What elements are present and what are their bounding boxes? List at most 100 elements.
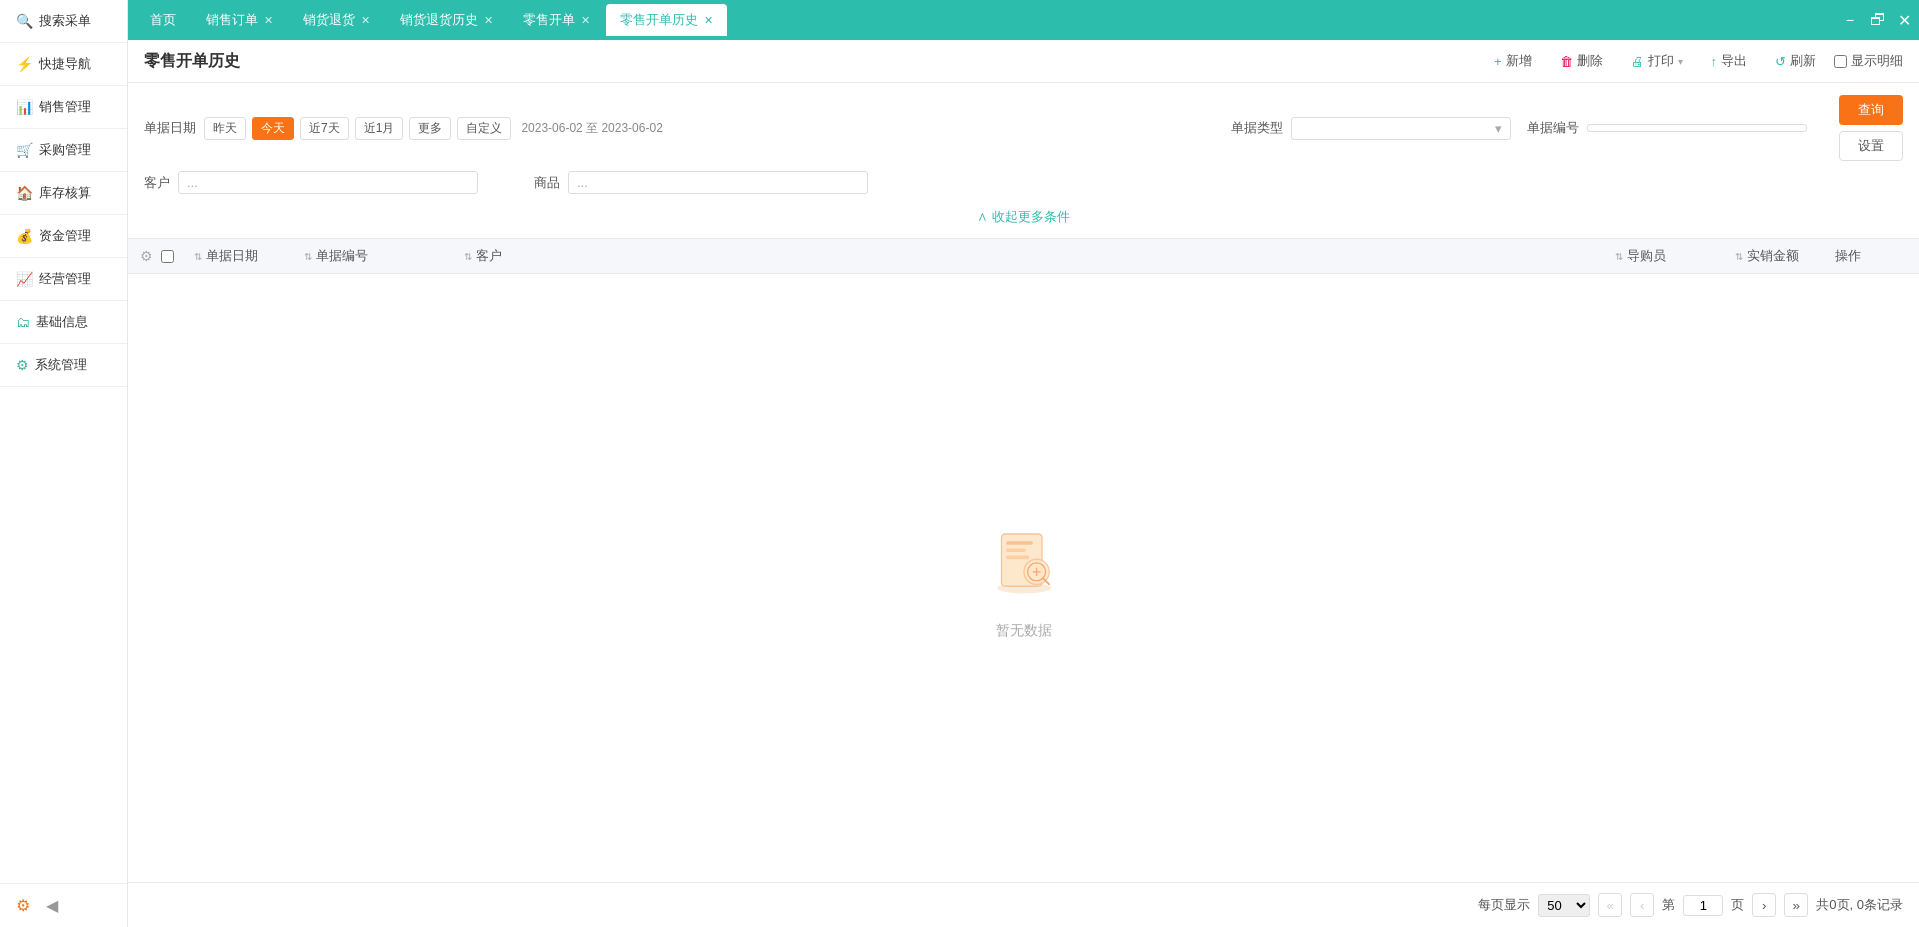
tab-retail-history-close[interactable]: ✕ — [704, 14, 713, 27]
print-button[interactable]: 🖨 打印 ▾ — [1621, 48, 1693, 74]
delete-icon: 🗑 — [1560, 54, 1573, 69]
per-page-label: 每页显示 — [1478, 896, 1530, 914]
col-customer-sort-icon[interactable]: ⇅ — [464, 251, 472, 262]
tab-sales-return-history-close[interactable]: ✕ — [484, 14, 493, 27]
tab-retail-history-label: 零售开单历史 — [620, 11, 698, 29]
export-icon: ↑ — [1711, 54, 1718, 69]
tab-retail-open[interactable]: 零售开单 ✕ — [509, 4, 604, 36]
date-quick-group: 昨天 今天 近7天 近1月 更多 自定义 2023-06-02 至 2023-0… — [204, 117, 663, 140]
sidebar-item-quick-nav[interactable]: ⚡ 快捷导航 — [0, 43, 127, 86]
tab-sales-order[interactable]: 销售订单 ✕ — [192, 4, 287, 36]
total-info: 共0页, 0条记录 — [1816, 896, 1903, 914]
page-label: 页 — [1731, 896, 1744, 914]
filter-product-field: 商品 ... — [534, 171, 868, 194]
collapse-filter-btn[interactable]: ∧ 收起更多条件 — [144, 204, 1903, 230]
window-restore-button[interactable]: 🗗 — [1870, 11, 1886, 29]
table-settings-icon[interactable]: ⚙ — [140, 248, 153, 264]
col-amount-sort-icon[interactable]: ⇅ — [1735, 251, 1743, 262]
finance-icon: 💰 — [16, 228, 33, 244]
date-7days-btn[interactable]: 近7天 — [300, 117, 349, 140]
filter-customer-input[interactable]: ... — [178, 171, 478, 194]
date-custom-btn[interactable]: 自定义 — [457, 117, 511, 140]
col-guide-label: 导购员 — [1627, 247, 1666, 265]
col-action-header: 操作 — [1827, 247, 1907, 265]
filter-product-input[interactable]: ... — [568, 171, 868, 194]
col-action-label: 操作 — [1835, 247, 1861, 265]
filter-customer-label: 客户 — [144, 174, 170, 192]
col-num-label: 单据编号 — [316, 247, 368, 265]
inventory-icon: 🏠 — [16, 185, 33, 201]
last-page-btn[interactable]: » — [1784, 893, 1808, 917]
gear-button[interactable]: ⚙ — [16, 896, 30, 915]
settings-button[interactable]: 设置 — [1839, 131, 1903, 161]
sidebar: 🔍 搜索采单 ⚡ 快捷导航 📊 销售管理 🛒 采购管理 🏠 库存核算 💰 资金管… — [0, 0, 128, 927]
date-more-btn[interactable]: 更多 — [409, 117, 451, 140]
col-guide-sort-icon[interactable]: ⇅ — [1615, 251, 1623, 262]
window-minimize-button[interactable]: － — [1842, 10, 1858, 31]
date-yesterday-btn[interactable]: 昨天 — [204, 117, 246, 140]
basic-info-icon: 🗂 — [16, 314, 30, 330]
filter-num-input[interactable] — [1587, 124, 1807, 132]
next-page-btn[interactable]: › — [1752, 893, 1776, 917]
empty-state: 暂无数据 — [128, 274, 1919, 882]
tab-retail-open-close[interactable]: ✕ — [581, 14, 590, 27]
sidebar-item-label: 销售管理 — [39, 98, 91, 116]
export-button[interactable]: ↑ 导出 — [1701, 48, 1758, 74]
sidebar-search-label: 搜索采单 — [39, 12, 91, 30]
col-date-sort-icon[interactable]: ⇅ — [194, 251, 202, 262]
show-detail-input[interactable] — [1834, 55, 1847, 68]
tab-retail-history[interactable]: 零售开单历史 ✕ — [606, 4, 727, 36]
date-today-btn[interactable]: 今天 — [252, 117, 294, 140]
sidebar-item-sales-mgmt[interactable]: 📊 销售管理 — [0, 86, 127, 129]
empty-icon — [979, 516, 1069, 606]
query-button[interactable]: 查询 — [1839, 95, 1903, 125]
tab-sales-return-close[interactable]: ✕ — [361, 14, 370, 27]
first-page-btn[interactable]: « — [1598, 893, 1622, 917]
page-prefix: 第 — [1662, 896, 1675, 914]
sidebar-item-system[interactable]: ⚙ 系统管理 — [0, 344, 127, 387]
tab-sales-return-history[interactable]: 销货退货历史 ✕ — [386, 4, 507, 36]
sidebar-item-purchase-mgmt[interactable]: 🛒 采购管理 — [0, 129, 127, 172]
operations-icon: 📈 — [16, 271, 33, 287]
col-num-sort-icon[interactable]: ⇅ — [304, 251, 312, 262]
tab-home[interactable]: 首页 — [136, 4, 190, 36]
show-detail-checkbox[interactable]: 显示明细 — [1834, 52, 1903, 70]
toolbar-actions: + 新增 🗑 删除 🖨 打印 ▾ ↑ 导出 ↺ 刷新 显示明细 — [1484, 48, 1903, 74]
sidebar-item-label: 经营管理 — [39, 270, 91, 288]
show-detail-label: 显示明细 — [1851, 52, 1903, 70]
sidebar-item-label: 基础信息 — [36, 313, 88, 331]
tab-sales-order-close[interactable]: ✕ — [264, 14, 273, 27]
refresh-button[interactable]: ↺ 刷新 — [1765, 48, 1826, 74]
select-all-checkbox[interactable] — [161, 250, 174, 263]
tab-sales-return[interactable]: 销货退货 ✕ — [289, 4, 384, 36]
tab-sales-order-label: 销售订单 — [206, 11, 258, 29]
delete-button[interactable]: 🗑 删除 — [1550, 48, 1613, 74]
tab-retail-open-label: 零售开单 — [523, 11, 575, 29]
filter-num-label: 单据编号 — [1527, 119, 1579, 137]
sidebar-item-basic-info[interactable]: 🗂 基础信息 — [0, 301, 127, 344]
tab-bar: 首页 销售订单 ✕ 销货退货 ✕ 销货退货历史 ✕ 零售开单 ✕ 零售开单历史 … — [128, 0, 1919, 40]
date-1month-btn[interactable]: 近1月 — [355, 117, 404, 140]
sidebar-item-inventory[interactable]: 🏠 库存核算 — [0, 172, 127, 215]
refresh-icon: ↺ — [1775, 54, 1786, 69]
col-amount-header: ⇅ 实销金额 — [1727, 247, 1827, 265]
page-input[interactable] — [1683, 895, 1723, 916]
main-area: 首页 销售订单 ✕ 销货退货 ✕ 销货退货历史 ✕ 零售开单 ✕ 零售开单历史 … — [128, 0, 1919, 927]
window-close-button[interactable]: ✕ — [1898, 11, 1911, 30]
page-size-select[interactable]: 50 10 20 100 — [1538, 894, 1590, 917]
prev-page-btn[interactable]: ‹ — [1630, 893, 1654, 917]
sidebar-item-finance[interactable]: 💰 资金管理 — [0, 215, 127, 258]
sidebar-item-label: 资金管理 — [39, 227, 91, 245]
filter-type-chevron: ▾ — [1495, 121, 1502, 136]
col-customer-header: ⇅ 客户 — [456, 247, 1607, 265]
quick-nav-icon: ⚡ — [16, 56, 33, 72]
add-label: 新增 — [1506, 52, 1532, 70]
col-amount-label: 实销金额 — [1747, 247, 1799, 265]
sidebar-search[interactable]: 🔍 搜索采单 — [0, 0, 127, 43]
add-button[interactable]: + 新增 — [1484, 48, 1542, 74]
filter-type-select[interactable]: ▾ — [1291, 117, 1511, 140]
sidebar-item-operations[interactable]: 📈 经营管理 — [0, 258, 127, 301]
table-header: ⚙ ⇅ 单据日期 ⇅ 单据编号 ⇅ 客户 ⇅ 导购员 ⇅ 实销金额 — [128, 239, 1919, 274]
collapse-sidebar-button[interactable]: ◀ — [46, 896, 58, 915]
export-label: 导出 — [1721, 52, 1747, 70]
